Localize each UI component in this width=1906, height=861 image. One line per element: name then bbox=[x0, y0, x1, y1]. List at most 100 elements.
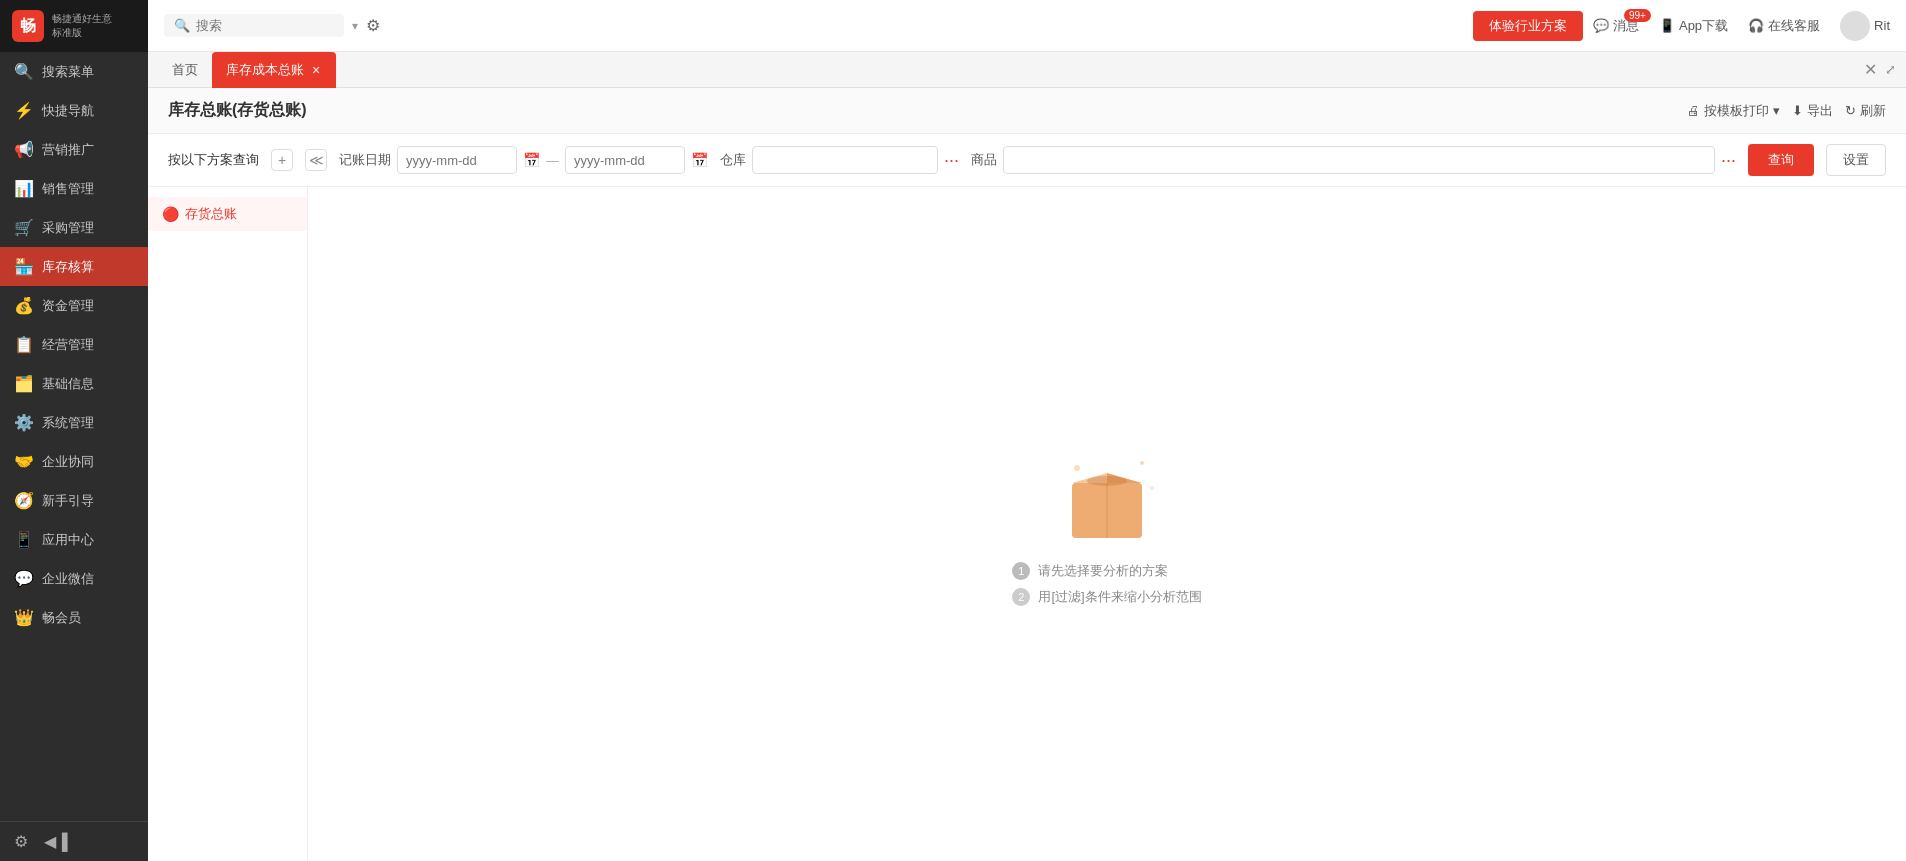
refresh-label: 刷新 bbox=[1860, 102, 1886, 120]
marketing-icon: 📢 bbox=[14, 140, 32, 159]
goods-input[interactable] bbox=[1003, 146, 1715, 174]
refresh-icon: ↻ bbox=[1845, 103, 1856, 118]
print-button[interactable]: 🖨 按模板打印 ▾ bbox=[1687, 102, 1780, 120]
sidebar-item-operation[interactable]: 📋 经营管理 bbox=[0, 325, 148, 364]
sidebar-item-inventory[interactable]: 🏪库存核算 bbox=[0, 247, 148, 286]
sidebar-label-purchase: 采购管理 bbox=[42, 219, 94, 237]
filter-row: 按以下方案查询 + ≪ 记账日期 📅 — 📅 仓库 ··· 商品 ··· bbox=[148, 134, 1906, 187]
filter-add-button[interactable]: + bbox=[271, 149, 293, 171]
search-box[interactable]: 🔍 bbox=[164, 14, 344, 37]
calendar-end-icon[interactable]: 📅 bbox=[691, 152, 708, 168]
hint-text-2: 用[过滤]条件来缩小分析范围 bbox=[1038, 584, 1201, 610]
wechat-icon: 💬 bbox=[14, 569, 32, 588]
scheme-item-stock-general[interactable]: 🔴 存货总账 bbox=[148, 197, 307, 231]
sidebar-item-member[interactable]: 👑畅会员 bbox=[0, 598, 148, 637]
gear-icon[interactable]: ⚙ bbox=[366, 16, 380, 35]
sidebar-label-operation: 经营管理 bbox=[42, 336, 94, 354]
sidebar-item-enterprise[interactable]: 🤝企业协同 bbox=[0, 442, 148, 481]
logo-text: 畅捷通好生意 标准版 bbox=[52, 12, 112, 40]
page-header: 库存总账(存货总账) 🖨 按模板打印 ▾ ⬇ 导出 ↻ 刷新 bbox=[148, 88, 1906, 134]
user-avatar[interactable]: Rit bbox=[1840, 11, 1890, 41]
newbie-icon: 🧭 bbox=[14, 491, 32, 510]
warehouse-input[interactable] bbox=[752, 146, 938, 174]
refresh-button[interactable]: ↻ 刷新 bbox=[1845, 102, 1886, 120]
close-all-tabs-button[interactable]: ✕ bbox=[1864, 60, 1877, 79]
warehouse-more-icon[interactable]: ··· bbox=[944, 150, 959, 171]
goods-more-icon[interactable]: ··· bbox=[1721, 150, 1736, 171]
online-support-label: 在线客服 bbox=[1768, 17, 1820, 35]
audio-icon[interactable]: ◀▐ bbox=[44, 832, 67, 851]
sidebar-label-basic: 基础信息 bbox=[42, 375, 94, 393]
app-download-button[interactable]: 📱 App下载 bbox=[1659, 17, 1728, 35]
empty-illustration-svg bbox=[1057, 438, 1167, 548]
sidebar-label-quick-nav: 快捷导航 bbox=[42, 102, 94, 120]
tab-bar: 首页 库存成本总账 × ✕ ⤢ bbox=[148, 52, 1906, 88]
purchase-icon: 🛒 bbox=[14, 218, 32, 237]
tab-home[interactable]: 首页 bbox=[158, 52, 212, 88]
settings-icon[interactable]: ⚙ bbox=[14, 832, 28, 851]
sidebar-item-sales[interactable]: 📊销售管理 bbox=[0, 169, 148, 208]
goods-field-label: 商品 bbox=[971, 151, 997, 169]
logo-sub: 标准版 bbox=[52, 26, 112, 40]
filter-date-group: 记账日期 📅 — 📅 bbox=[339, 146, 708, 174]
print-icon: 🖨 bbox=[1687, 103, 1700, 118]
search-input[interactable] bbox=[196, 18, 316, 33]
scheme-sidebar: 🔴 存货总账 bbox=[148, 187, 308, 861]
scheme-panel: 🔴 存货总账 bbox=[148, 187, 1906, 861]
svg-point-6 bbox=[1074, 465, 1080, 471]
expand-icon[interactable]: ⤢ bbox=[1885, 62, 1896, 77]
settings-button[interactable]: 设置 bbox=[1826, 144, 1886, 176]
logo-name: 畅捷通好生意 bbox=[52, 12, 112, 26]
sidebar-item-quick-nav[interactable]: ⚡ 快捷导航 bbox=[0, 91, 148, 130]
operation-icon: 📋 bbox=[14, 335, 32, 354]
tab-inventory-ledger[interactable]: 库存成本总账 × bbox=[212, 52, 336, 88]
export-button[interactable]: ⬇ 导出 bbox=[1792, 102, 1833, 120]
quick-nav-icon: ⚡ bbox=[14, 101, 32, 120]
message-button[interactable]: 💬 消息 99+ bbox=[1593, 17, 1639, 35]
hint-text-1: 请先选择要分析的方案 bbox=[1038, 558, 1168, 584]
sidebar-item-purchase[interactable]: 🛒 采购管理 bbox=[0, 208, 148, 247]
sidebar-item-system[interactable]: ⚙️系统管理 bbox=[0, 403, 148, 442]
appstore-icon: 📱 bbox=[14, 530, 32, 549]
sidebar-item-finance[interactable]: 💰资金管理 bbox=[0, 286, 148, 325]
sidebar-label-finance: 资金管理 bbox=[42, 297, 94, 315]
search-icon: 🔍 bbox=[14, 62, 32, 81]
print-label: 按模板打印 bbox=[1704, 102, 1769, 120]
query-button[interactable]: 查询 bbox=[1748, 144, 1814, 176]
sidebar-item-appstore[interactable]: 📱 应用中心 bbox=[0, 520, 148, 559]
filter-label: 按以下方案查询 bbox=[168, 151, 259, 169]
sidebar-item-wechat[interactable]: 💬企业微信 bbox=[0, 559, 148, 598]
export-icon: ⬇ bbox=[1792, 103, 1803, 118]
scheme-icon: 🔴 bbox=[162, 206, 179, 222]
filter-collapse-button[interactable]: ≪ bbox=[305, 149, 327, 171]
sidebar-item-search[interactable]: 🔍搜索菜单 bbox=[0, 52, 148, 91]
sidebar: 畅 畅捷通好生意 标准版 🔍搜索菜单⚡快捷导航📢营销推广📊销售管理🛒采购管理🏪库… bbox=[0, 0, 148, 861]
filter-goods-group: 商品 ··· bbox=[971, 146, 1736, 174]
date-end-input[interactable] bbox=[565, 146, 685, 174]
sidebar-label-marketing: 营销推广 bbox=[42, 141, 94, 159]
sales-icon: 📊 bbox=[14, 179, 32, 198]
empty-hint-2: 2 用[过滤]条件来缩小分析范围 bbox=[1012, 584, 1201, 610]
sidebar-item-marketing[interactable]: 📢 营销推广 bbox=[0, 130, 148, 169]
headset-icon: 🎧 bbox=[1748, 18, 1764, 33]
date-start-input[interactable] bbox=[397, 146, 517, 174]
empty-area: 1 请先选择要分析的方案 2 用[过滤]条件来缩小分析范围 bbox=[308, 187, 1906, 861]
hint-num-2: 2 bbox=[1012, 588, 1030, 606]
empty-hint-1: 1 请先选择要分析的方案 bbox=[1012, 558, 1201, 584]
hint-num-1: 1 bbox=[1012, 562, 1030, 580]
avatar bbox=[1840, 11, 1870, 41]
sidebar-item-basic[interactable]: 🗂️基础信息 bbox=[0, 364, 148, 403]
trial-button[interactable]: 体验行业方案 bbox=[1473, 11, 1583, 41]
online-support-button[interactable]: 🎧 在线客服 bbox=[1748, 17, 1820, 35]
tab-close-button[interactable]: × bbox=[310, 62, 322, 78]
member-icon: 👑 bbox=[14, 608, 32, 627]
sidebar-label-appstore: 应用中心 bbox=[42, 531, 94, 549]
message-badge: 99+ bbox=[1624, 9, 1651, 22]
chevron-down-icon[interactable]: ▾ bbox=[352, 19, 358, 33]
sidebar-bottom: ⚙ ◀▐ bbox=[0, 821, 148, 861]
calendar-start-icon[interactable]: 📅 bbox=[523, 152, 540, 168]
sidebar-item-newbie[interactable]: 🧭新手引导 bbox=[0, 481, 148, 520]
print-dropdown-icon: ▾ bbox=[1773, 103, 1780, 118]
sidebar-label-enterprise: 企业协同 bbox=[42, 453, 94, 471]
empty-hints: 1 请先选择要分析的方案 2 用[过滤]条件来缩小分析范围 bbox=[1012, 558, 1201, 610]
